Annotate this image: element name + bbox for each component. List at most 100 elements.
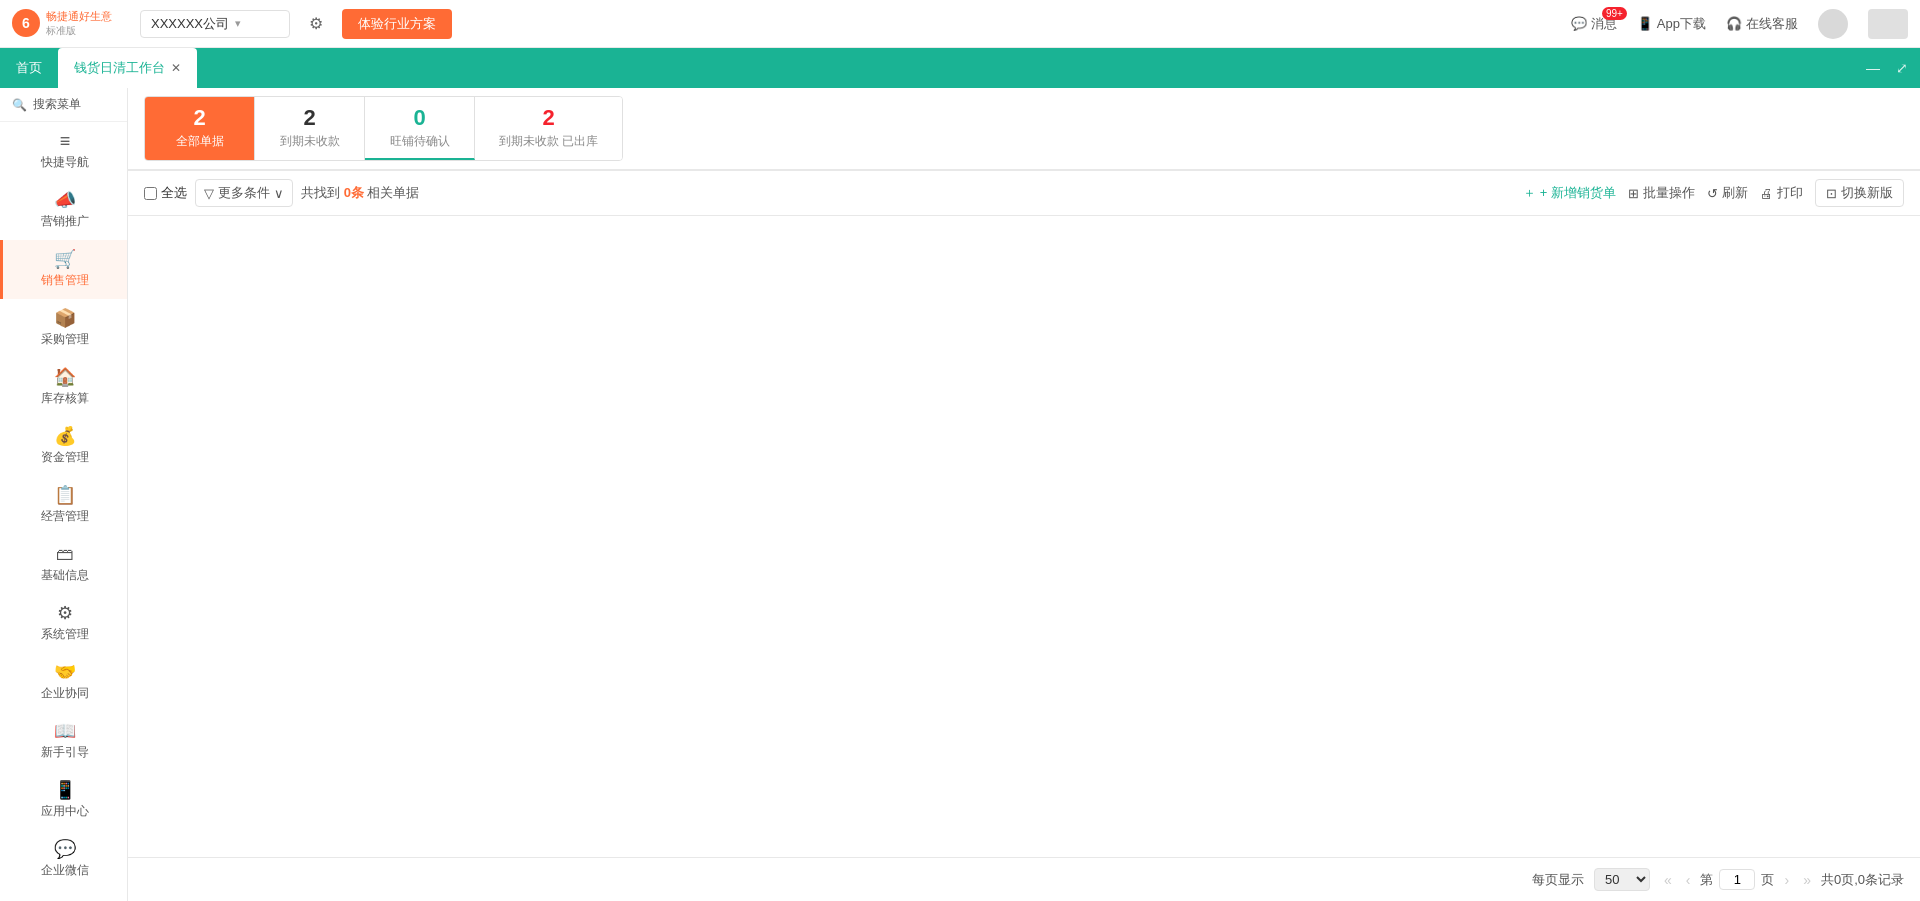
total-records-text: 共0页,0条记录 (1821, 871, 1904, 889)
add-sales-order-button[interactable]: ＋ + 新增销货单 (1523, 184, 1616, 202)
wechat-icon: 💬 (54, 840, 76, 858)
sidebar-item-label: 经营管理 (41, 508, 89, 525)
sidebar-search-label: 搜索菜单 (33, 96, 81, 113)
tab-maximize-icon[interactable]: ⤢ (1892, 56, 1912, 80)
company-name: XXXXXX公司 (151, 15, 229, 33)
stat-tab-overdue[interactable]: 2 到期未收款 (255, 97, 365, 160)
logo-badge: 标准版 (46, 24, 112, 38)
select-all-label: 全选 (161, 184, 187, 202)
add-icon: ＋ (1523, 184, 1536, 202)
batch-icon: ⊞ (1628, 186, 1639, 201)
stat-num-shipped: 2 (543, 105, 555, 131)
tab-bar: 首页 钱货日清工作台 ✕ — ⤢ (0, 48, 1920, 88)
stat-lbl-wangpu: 旺铺待确认 (390, 133, 450, 150)
search-icon: 🔍 (12, 98, 27, 112)
select-all-checkbox[interactable]: 全选 (144, 184, 187, 202)
sidebar-item-app-center[interactable]: 📱 应用中心 (0, 771, 127, 830)
page-size-select[interactable]: 50 10 20 100 (1594, 868, 1650, 891)
stat-lbl-overdue: 到期未收款 (280, 133, 340, 150)
switch-label: 切换新版 (1841, 184, 1893, 202)
filter-icon: ▽ (204, 186, 214, 201)
sidebar-item-base-info[interactable]: 🗃 基础信息 (0, 535, 127, 594)
message-action[interactable]: 💬 消息 99+ (1571, 15, 1617, 33)
add-label: + 新增销货单 (1540, 184, 1616, 202)
sidebar-item-label: 快捷导航 (41, 154, 89, 171)
filter-arrow-icon: ∨ (274, 186, 284, 201)
avatar-extra[interactable] (1868, 9, 1908, 39)
stat-tab-wangpu[interactable]: 0 旺铺待确认 (365, 97, 475, 160)
stat-tab-shipped[interactable]: 2 到期未收款 已出库 (475, 97, 622, 160)
pagination: « ‹ 第 页 › » 共0页,0条记录 (1660, 869, 1904, 890)
filter-button[interactable]: ▽ 更多条件 ∨ (195, 179, 293, 207)
online-service-action[interactable]: 🎧 在线客服 (1726, 15, 1798, 33)
found-count: 0条 (344, 185, 364, 200)
sidebar: 🔍 搜索菜单 ≡ 快捷导航 📣 营销推广 🛒 销售管理 📦 采购管理 🏠 库存核… (0, 88, 128, 901)
avatar[interactable] (1818, 9, 1848, 39)
tab-home[interactable]: 首页 (0, 48, 58, 88)
sidebar-item-inventory[interactable]: 🏠 库存核算 (0, 358, 127, 417)
stat-lbl-all: 全部单据 (176, 133, 224, 150)
sidebar-item-label: 企业协同 (41, 685, 89, 702)
tab-work-station[interactable]: 钱货日清工作台 ✕ (58, 48, 197, 88)
switch-version-button[interactable]: ⊡ 切换新版 (1815, 179, 1904, 207)
system-icon: ⚙ (57, 604, 73, 622)
sidebar-item-marketing[interactable]: 📣 营销推广 (0, 181, 127, 240)
logo-area: 6 畅捷通好生意 标准版 (12, 9, 140, 37)
online-service-label: 在线客服 (1746, 15, 1798, 33)
finance-icon: 💰 (54, 427, 76, 445)
company-selector[interactable]: XXXXXX公司 ▾ (140, 10, 290, 38)
sidebar-item-system[interactable]: ⚙ 系统管理 (0, 594, 127, 653)
service-icon: 🎧 (1726, 16, 1742, 31)
tab-minimize-icon[interactable]: — (1862, 56, 1884, 80)
sidebar-item-member[interactable]: V 畅会员 (0, 889, 127, 901)
batch-label: 批量操作 (1643, 184, 1695, 202)
page-suffix: 页 (1761, 871, 1774, 889)
refresh-button[interactable]: ↺ 刷新 (1707, 184, 1748, 202)
found-suffix: 相关单据 (367, 185, 419, 200)
main-layout: 🔍 搜索菜单 ≡ 快捷导航 📣 营销推广 🛒 销售管理 📦 采购管理 🏠 库存核… (0, 88, 1920, 901)
settings-icon[interactable]: ⚙ (300, 8, 332, 40)
stat-num-overdue: 2 (303, 105, 315, 131)
sidebar-item-label: 销售管理 (41, 272, 89, 289)
sidebar-item-enterprise[interactable]: 🤝 企业协同 (0, 653, 127, 712)
stats-tabs-wrapper: 2 全部单据 2 到期未收款 0 旺铺待确认 2 到期未收款 已出库 (128, 88, 1920, 171)
chevron-down-icon: ▾ (235, 17, 241, 30)
prev-page-button[interactable]: ‹ (1682, 870, 1695, 890)
app-center-icon: 📱 (54, 781, 76, 799)
stat-lbl-shipped: 到期未收款 已出库 (499, 133, 598, 150)
page-label: 第 (1700, 871, 1713, 889)
operations-icon: 📋 (54, 486, 76, 504)
first-page-button[interactable]: « (1660, 870, 1676, 890)
sidebar-item-operations[interactable]: 📋 经营管理 (0, 476, 127, 535)
toolbar-right: ＋ + 新增销货单 ⊞ 批量操作 ↺ 刷新 🖨 打印 ⊡ 切换新版 (1523, 179, 1904, 207)
trial-button[interactable]: 体验行业方案 (342, 9, 452, 39)
toolbar: 全选 ▽ 更多条件 ∨ 共找到 0条 相关单据 ＋ + 新增销货单 (128, 171, 1920, 216)
next-page-button[interactable]: › (1780, 870, 1793, 890)
sidebar-item-label: 企业微信 (41, 862, 89, 879)
print-button[interactable]: 🖨 打印 (1760, 184, 1803, 202)
page-size-label: 每页显示 (1532, 871, 1584, 889)
guide-icon: 📖 (54, 722, 76, 740)
logo-text: 畅捷通好生意 (46, 9, 112, 23)
app-download-icon: 📱 (1637, 16, 1653, 31)
page-number-input[interactable] (1719, 869, 1755, 890)
message-badge: 99+ (1602, 7, 1627, 20)
app-download-action[interactable]: 📱 App下载 (1637, 15, 1706, 33)
tab-close-icon[interactable]: ✕ (171, 61, 181, 75)
header-right: 💬 消息 99+ 📱 App下载 🎧 在线客服 (1571, 9, 1908, 39)
print-icon: 🖨 (1760, 186, 1773, 201)
refresh-icon: ↺ (1707, 186, 1718, 201)
sidebar-item-guide[interactable]: 📖 新手引导 (0, 712, 127, 771)
sidebar-item-purchase[interactable]: 📦 采购管理 (0, 299, 127, 358)
quick-nav-icon: ≡ (60, 132, 71, 150)
sidebar-item-sales[interactable]: 🛒 销售管理 (0, 240, 127, 299)
select-all-input[interactable] (144, 187, 157, 200)
print-label: 打印 (1777, 184, 1803, 202)
sidebar-item-finance[interactable]: 💰 资金管理 (0, 417, 127, 476)
batch-operation-button[interactable]: ⊞ 批量操作 (1628, 184, 1695, 202)
sidebar-item-quick-nav[interactable]: ≡ 快捷导航 (0, 122, 127, 181)
sidebar-search[interactable]: 🔍 搜索菜单 (0, 88, 127, 122)
last-page-button[interactable]: » (1799, 870, 1815, 890)
sidebar-item-wechat[interactable]: 💬 企业微信 (0, 830, 127, 889)
stat-tab-all[interactable]: 2 全部单据 (145, 97, 255, 160)
